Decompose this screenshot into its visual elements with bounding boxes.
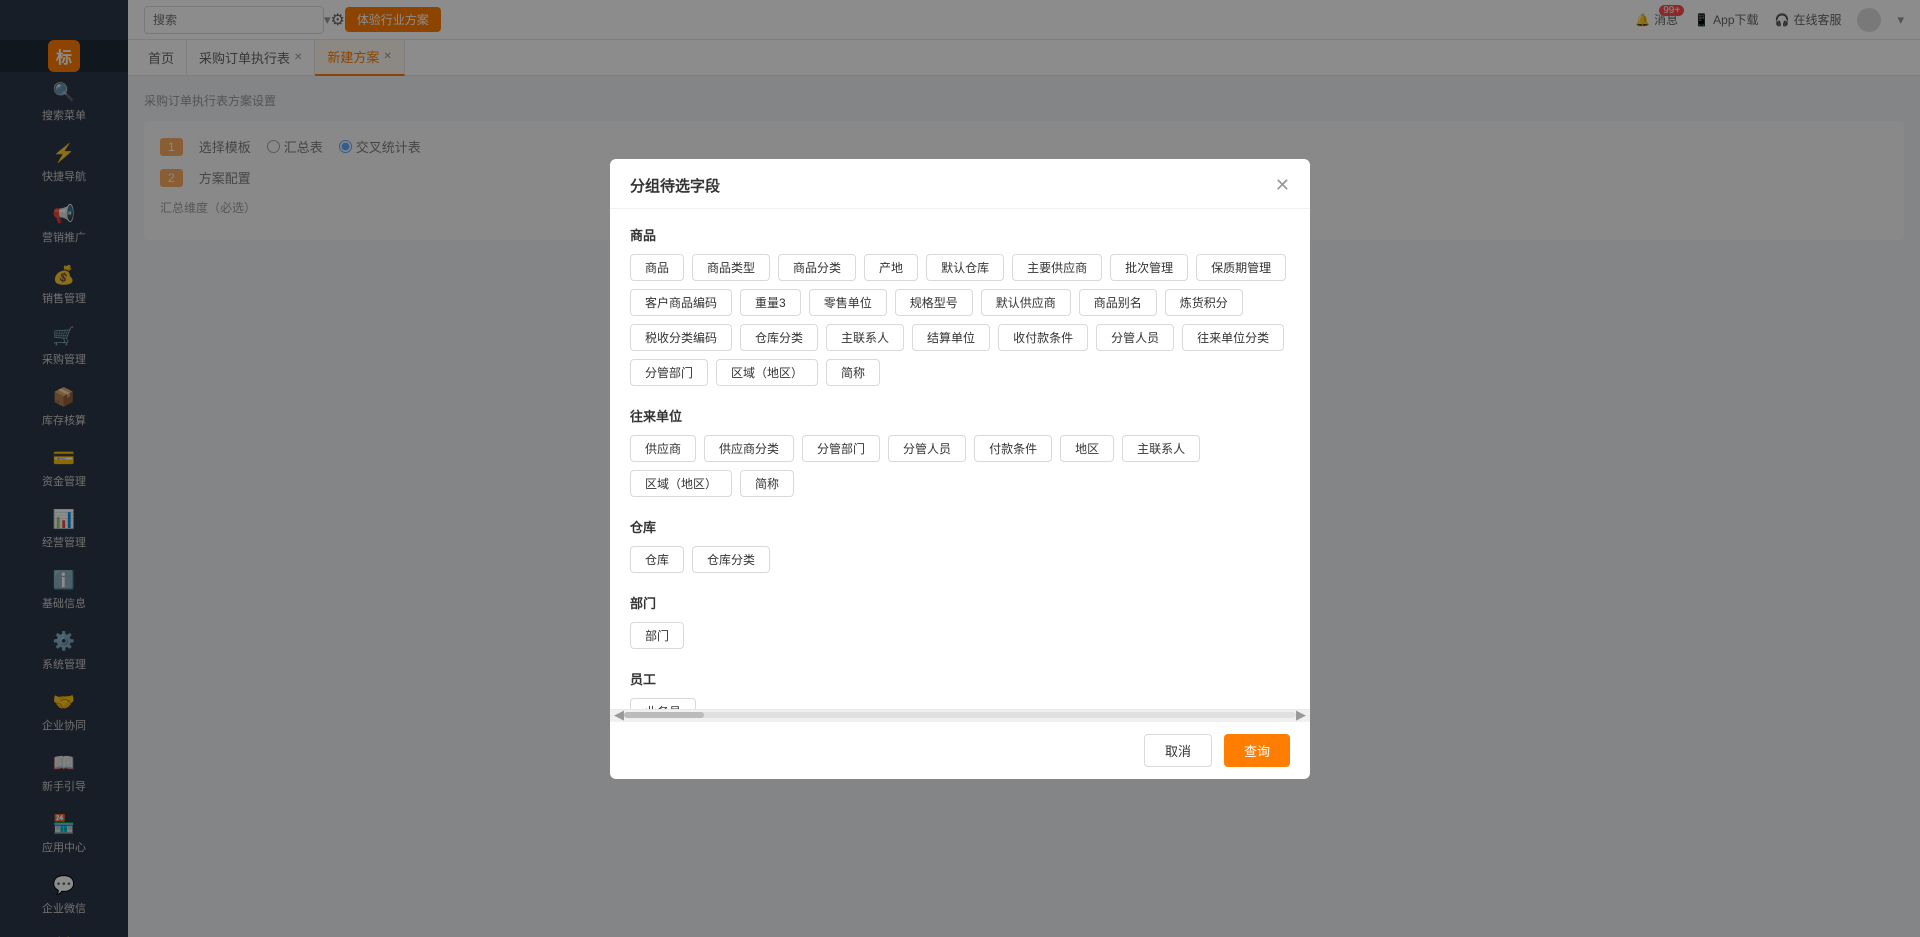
field-tags-1: 供应商供应商分类分管部门分管人员付款条件地区主联系人区域（地区） 简称 (630, 435, 1290, 497)
field-section-4: 员工业务员 (630, 669, 1290, 709)
field-tag-0-21[interactable]: 往来单位分类 (1182, 324, 1284, 351)
field-tag-0-15[interactable]: 税收分类编码 (630, 324, 732, 351)
modal-footer: 取消 查询 (610, 721, 1310, 779)
cancel-button[interactable]: 取消 (1144, 734, 1212, 767)
field-tag-0-9[interactable]: 重量3 (740, 289, 801, 316)
modal-title: 分组待选字段 (630, 175, 720, 196)
field-tag-1-6[interactable]: 主联系人 (1122, 435, 1200, 462)
confirm-button[interactable]: 查询 (1224, 734, 1290, 767)
field-tag-0-24[interactable]: 简称 (826, 359, 880, 386)
modal-body: 商品商品商品类型商品分类产地默认仓库主要供应商批次管理保质期管理客户商品编码重量… (610, 209, 1310, 709)
field-tag-2-1[interactable]: 仓库分类 (692, 546, 770, 573)
scroll-thumb[interactable] (624, 712, 704, 718)
field-tag-3-0[interactable]: 部门 (630, 622, 684, 649)
field-tag-1-3[interactable]: 分管人员 (888, 435, 966, 462)
modal-close-icon[interactable]: ✕ (1275, 175, 1290, 196)
field-tag-0-11[interactable]: 规格型号 (895, 289, 973, 316)
section-title-4: 员工 (630, 669, 1290, 688)
field-tag-0-23[interactable]: 区域（地区） (716, 359, 818, 386)
field-tag-0-19[interactable]: 收付款条件 (998, 324, 1088, 351)
field-section-2: 仓库仓库仓库分类 (630, 517, 1290, 573)
field-tag-0-8[interactable]: 客户商品编码 (630, 289, 732, 316)
field-section-3: 部门部门 (630, 593, 1290, 649)
scroll-track (624, 712, 1296, 718)
field-tag-4-0[interactable]: 业务员 (630, 698, 696, 709)
field-tags-3: 部门 (630, 622, 1290, 649)
field-tag-0-5[interactable]: 主要供应商 (1012, 254, 1102, 281)
field-tag-0-14[interactable]: 炼货积分 (1165, 289, 1243, 316)
field-tags-2: 仓库仓库分类 (630, 546, 1290, 573)
field-tag-0-10[interactable]: 零售单位 (809, 289, 887, 316)
section-title-2: 仓库 (630, 517, 1290, 536)
field-tag-0-0[interactable]: 商品 (630, 254, 684, 281)
field-tag-1-2[interactable]: 分管部门 (802, 435, 880, 462)
field-tag-1-1[interactable]: 供应商分类 (704, 435, 794, 462)
field-tag-0-12[interactable]: 默认供应商 (981, 289, 1071, 316)
field-tag-1-5[interactable]: 地区 (1060, 435, 1114, 462)
field-tag-0-7[interactable]: 保质期管理 (1196, 254, 1286, 281)
field-tag-0-22[interactable]: 分管部门 (630, 359, 708, 386)
modal-overlay: 分组待选字段 ✕ 商品商品商品类型商品分类产地默认仓库主要供应商批次管理保质期管… (0, 0, 1920, 937)
field-tag-0-13[interactable]: 商品别名 (1079, 289, 1157, 316)
modal-header: 分组待选字段 ✕ (610, 159, 1310, 209)
field-tag-0-20[interactable]: 分管人员 (1096, 324, 1174, 351)
field-select-modal: 分组待选字段 ✕ 商品商品商品类型商品分类产地默认仓库主要供应商批次管理保质期管… (610, 159, 1310, 779)
field-section-1: 往来单位供应商供应商分类分管部门分管人员付款条件地区主联系人区域（地区） 简称 (630, 406, 1290, 497)
field-tag-0-18[interactable]: 结算单位 (912, 324, 990, 351)
field-tag-0-4[interactable]: 默认仓库 (926, 254, 1004, 281)
field-tag-1-7[interactable]: 区域（地区） (630, 470, 732, 497)
horizontal-scrollbar[interactable]: ◀ ▶ (610, 709, 1310, 721)
section-title-1: 往来单位 (630, 406, 1290, 425)
field-tag-0-17[interactable]: 主联系人 (826, 324, 904, 351)
field-tags-4: 业务员 (630, 698, 1290, 709)
field-tag-0-3[interactable]: 产地 (864, 254, 918, 281)
section-title-3: 部门 (630, 593, 1290, 612)
field-tag-0-2[interactable]: 商品分类 (778, 254, 856, 281)
section-title-0: 商品 (630, 225, 1290, 244)
field-tags-0: 商品商品类型商品分类产地默认仓库主要供应商批次管理保质期管理客户商品编码重量3 零… (630, 254, 1290, 386)
field-tag-1-4[interactable]: 付款条件 (974, 435, 1052, 462)
field-tag-0-1[interactable]: 商品类型 (692, 254, 770, 281)
field-tag-2-0[interactable]: 仓库 (630, 546, 684, 573)
field-tag-1-0[interactable]: 供应商 (630, 435, 696, 462)
field-tag-0-6[interactable]: 批次管理 (1110, 254, 1188, 281)
field-tag-1-8[interactable]: 简称 (740, 470, 794, 497)
field-tag-0-16[interactable]: 仓库分类 (740, 324, 818, 351)
field-section-0: 商品商品商品类型商品分类产地默认仓库主要供应商批次管理保质期管理客户商品编码重量… (630, 225, 1290, 386)
